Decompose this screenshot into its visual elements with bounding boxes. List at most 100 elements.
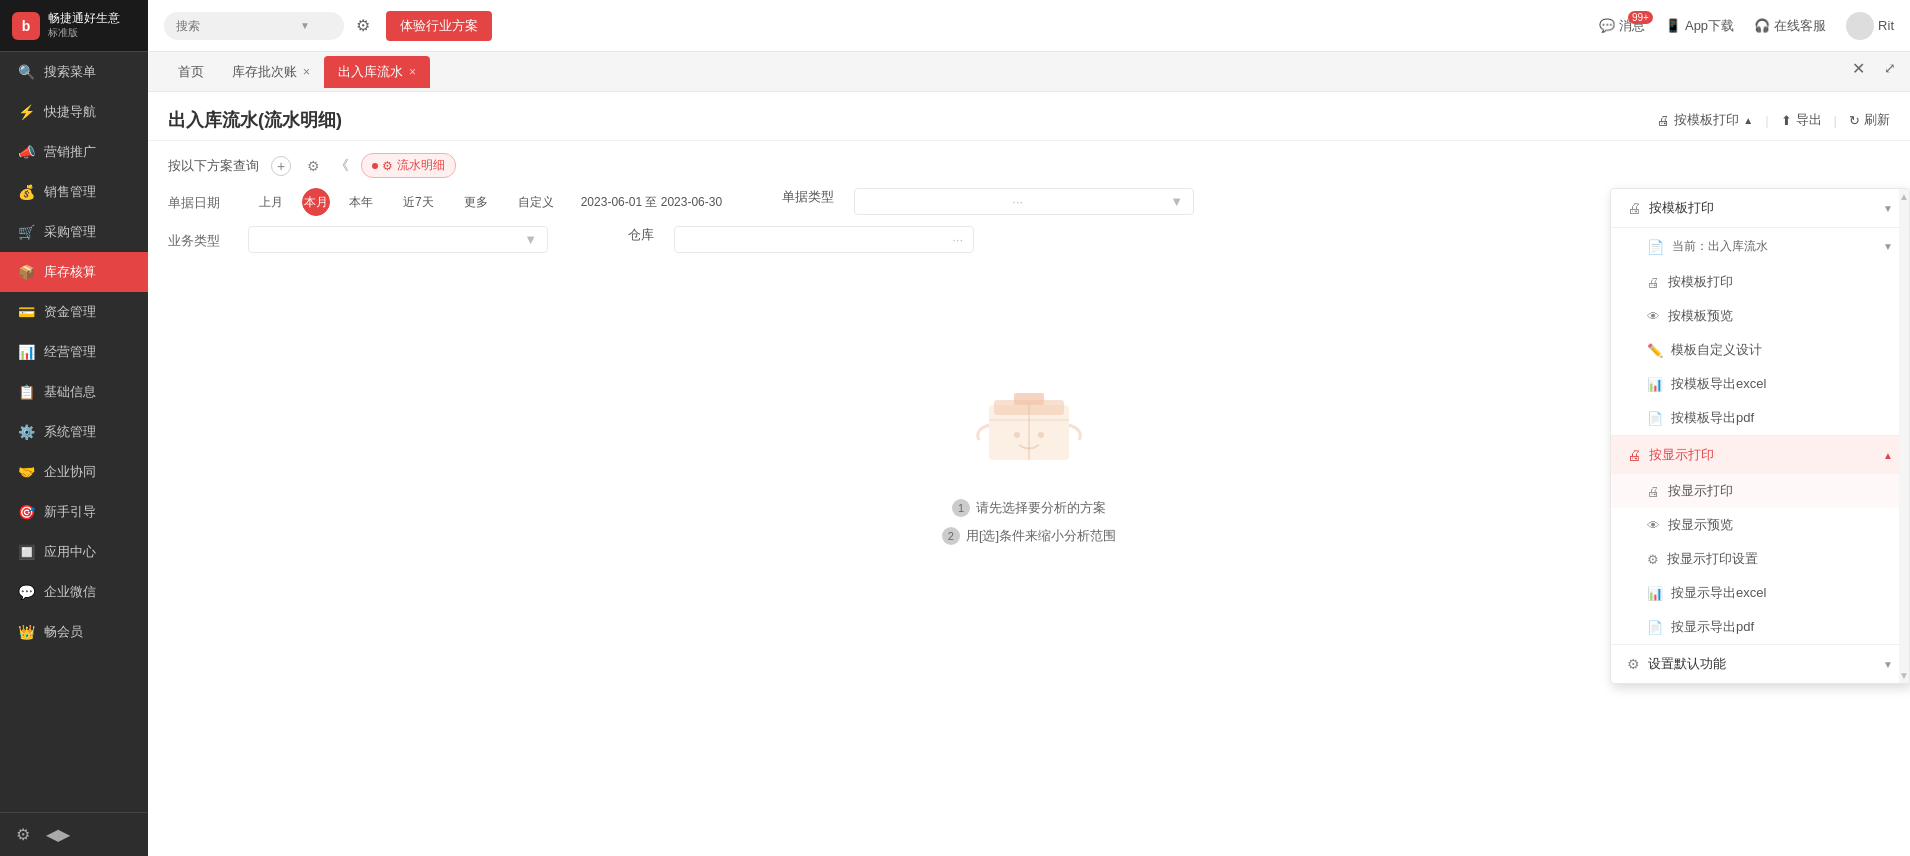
tab-batch[interactable]: 库存批次账 × xyxy=(218,56,324,88)
top-right-actions: 💬 消息 99+ 📱 App下载 🎧 在线客服 Rit xyxy=(1599,12,1894,40)
sidebar-item-label: 企业微信 xyxy=(44,583,96,601)
sidebar-item-business[interactable]: 📊 经营管理 xyxy=(0,332,148,372)
sidebar-item-inventory[interactable]: 📦 库存核算 xyxy=(0,252,148,292)
warehouse-select[interactable]: ··· xyxy=(674,226,974,253)
tab-right-controls: ✕ ⤢ xyxy=(1846,56,1902,80)
dropdown-template-export-excel[interactable]: 📊 按模板导出excel xyxy=(1611,367,1909,401)
sidebar-item-sales[interactable]: 💰 销售管理 xyxy=(0,172,148,212)
search-dropdown-icon[interactable]: ▼ xyxy=(300,20,310,31)
dropdown-template-export-pdf[interactable]: 📄 按模板导出pdf xyxy=(1611,401,1909,435)
sidebar-item-marketing[interactable]: 📣 营销推广 xyxy=(0,132,148,172)
sidebar-item-system[interactable]: ⚙️ 系统管理 xyxy=(0,412,148,452)
business-type-select[interactable]: ▼ xyxy=(248,226,548,253)
sidebar-item-cooperation[interactable]: 🤝 企业协同 xyxy=(0,452,148,492)
dropdown-display-preview[interactable]: 👁 按显示预览 xyxy=(1611,508,1909,542)
date-btn-this-year[interactable]: 本年 xyxy=(338,189,384,216)
receipt-type-more-icon[interactable]: ··· xyxy=(1012,194,1023,209)
date-btn-this-month[interactable]: 本月 xyxy=(302,188,330,216)
tab-home[interactable]: 首页 xyxy=(164,56,218,88)
sidebar-item-purchase[interactable]: 🛒 采购管理 xyxy=(0,212,148,252)
tab-batch-close-icon[interactable]: × xyxy=(303,65,310,79)
tab-batch-label: 库存批次账 xyxy=(232,63,297,81)
sidebar-item-label: 畅会员 xyxy=(44,623,83,641)
top-search-area: ▼ ⚙ 体验行业方案 xyxy=(164,11,1599,41)
receipt-type-select[interactable]: ··· ▼ xyxy=(854,188,1194,215)
action-divider2: | xyxy=(1834,113,1837,128)
user-profile-action[interactable]: Rit xyxy=(1846,12,1894,40)
dropdown-default-function[interactable]: ⚙ 设置默认功能 ▼ xyxy=(1611,645,1909,683)
cooperation-icon: 🤝 xyxy=(16,462,36,482)
dropdown-current-template[interactable]: 📄 当前：出入库流水 ▼ xyxy=(1611,228,1909,265)
top-search-box[interactable]: ▼ xyxy=(164,12,344,40)
dropdown-display-export-pdf[interactable]: 📄 按显示导出pdf xyxy=(1611,610,1909,644)
tab-window-expand-button[interactable]: ⤢ xyxy=(1878,56,1902,80)
dropdown-display-export-excel[interactable]: 📊 按显示导出excel xyxy=(1611,576,1909,610)
finance-icon: 💳 xyxy=(16,302,36,322)
sidebar-item-basic[interactable]: 📋 基础信息 xyxy=(0,372,148,412)
empty-hint-1: 1 请先选择要分析的方案 xyxy=(952,499,1106,517)
tab-flow-close-icon[interactable]: × xyxy=(409,65,416,79)
filter-settings-icon[interactable]: ⚙ xyxy=(303,156,323,176)
dropdown-display-print-header[interactable]: 🖨 按显示打印 ▲ xyxy=(1611,436,1909,474)
sidebar-nav: 🔍 搜索菜单 ⚡ 快捷导航 📣 营销推广 💰 销售管理 🛒 采购管理 📦 库存核… xyxy=(0,52,148,812)
tab-bar: 首页 库存批次账 × 出入库流水 × ✕ ⤢ xyxy=(148,52,1910,92)
sidebar-item-label: 系统管理 xyxy=(44,423,96,441)
sidebar-toggle-icon[interactable]: ◀▶ xyxy=(46,825,70,844)
header-gear-icon[interactable]: ⚙ xyxy=(356,16,370,35)
display-excel-icon: 📊 xyxy=(1647,586,1663,601)
date-btn-custom[interactable]: 自定义 xyxy=(507,189,565,216)
sidebar-item-finance[interactable]: 💳 资金管理 xyxy=(0,292,148,332)
export-label: 导出 xyxy=(1796,111,1822,129)
date-btn-last-month[interactable]: 上月 xyxy=(248,189,294,216)
dropdown-template-preview[interactable]: 👁 按模板预览 xyxy=(1611,299,1909,333)
template-print-expand-icon: ▼ xyxy=(1883,203,1893,214)
dropdown-display-print[interactable]: 🖨 按显示打印 xyxy=(1611,474,1909,508)
guide-icon: 🎯 xyxy=(16,502,36,522)
scroll-down-arrow[interactable]: ▼ xyxy=(1899,670,1909,681)
sub-excel-label: 按模板导出excel xyxy=(1671,375,1766,393)
hint-text-2: 用[选]条件来缩小分析范围 xyxy=(966,527,1116,545)
print-template-button[interactable]: 🖨 按模板打印 ▲ xyxy=(1657,111,1753,129)
refresh-button[interactable]: ↻ 刷新 xyxy=(1849,111,1890,129)
sidebar-bottom: ⚙ ◀▶ xyxy=(0,812,148,856)
online-service-action[interactable]: 🎧 在线客服 xyxy=(1754,17,1826,35)
dropdown-template-customize[interactable]: ✏️ 模板自定义设计 xyxy=(1611,333,1909,367)
page-title: 出入库流水(流水明细) xyxy=(168,108,342,132)
marketing-icon: 📣 xyxy=(16,142,36,162)
inventory-icon: 📦 xyxy=(16,262,36,282)
default-func-expand-icon: ▼ xyxy=(1883,659,1893,670)
brand-name: 畅捷通好生意 xyxy=(48,11,120,27)
industry-solution-button[interactable]: 体验行业方案 xyxy=(386,11,492,41)
tab-home-label: 首页 xyxy=(178,63,204,81)
filter-tag-icon: ⚙ xyxy=(382,159,393,173)
sidebar-item-wechat[interactable]: 💬 企业微信 xyxy=(0,572,148,612)
add-filter-button[interactable]: + xyxy=(271,156,291,176)
business-type-dropdown-icon[interactable]: ▼ xyxy=(524,232,537,247)
scroll-up-arrow[interactable]: ▲ xyxy=(1899,191,1909,202)
filter-collapse-icon[interactable]: 《 xyxy=(335,157,349,175)
tab-flow[interactable]: 出入库流水 × xyxy=(324,56,430,88)
sidebar-item-app-center[interactable]: 🔲 应用中心 xyxy=(0,532,148,572)
sidebar-item-quick-nav[interactable]: ⚡ 快捷导航 xyxy=(0,92,148,132)
dropdown-template-print-sub[interactable]: 🖨 按模板打印 xyxy=(1611,265,1909,299)
date-btn-7days[interactable]: 近7天 xyxy=(392,189,445,216)
sidebar-item-guide[interactable]: 🎯 新手引导 xyxy=(0,492,148,532)
sidebar-item-search[interactable]: 🔍 搜索菜单 xyxy=(0,52,148,92)
tab-window-close-button[interactable]: ✕ xyxy=(1846,56,1870,80)
sidebar-item-member[interactable]: 👑 畅会员 xyxy=(0,612,148,652)
app-download-action[interactable]: 📱 App下载 xyxy=(1665,17,1734,35)
export-button[interactable]: ⬆ 导出 xyxy=(1781,111,1822,129)
sub-pdf-icon: 📄 xyxy=(1647,411,1663,426)
display-print-section-label: 按显示打印 xyxy=(1649,446,1714,464)
headset-icon: 🎧 xyxy=(1754,18,1770,33)
message-action[interactable]: 💬 消息 99+ xyxy=(1599,17,1645,35)
logo-icon: b xyxy=(12,12,40,40)
print-icon: 🖨 xyxy=(1657,113,1670,128)
date-btn-more[interactable]: 更多 xyxy=(453,189,499,216)
settings-bottom-icon[interactable]: ⚙ xyxy=(16,825,30,844)
warehouse-more-icon[interactable]: ··· xyxy=(952,232,963,247)
search-input[interactable] xyxy=(176,19,296,33)
receipt-type-dropdown-icon[interactable]: ▼ xyxy=(1170,194,1183,209)
dropdown-template-print-header[interactable]: 🖨 按模板打印 ▼ xyxy=(1611,189,1909,227)
dropdown-display-print-settings[interactable]: ⚙ 按显示打印设置 xyxy=(1611,542,1909,576)
